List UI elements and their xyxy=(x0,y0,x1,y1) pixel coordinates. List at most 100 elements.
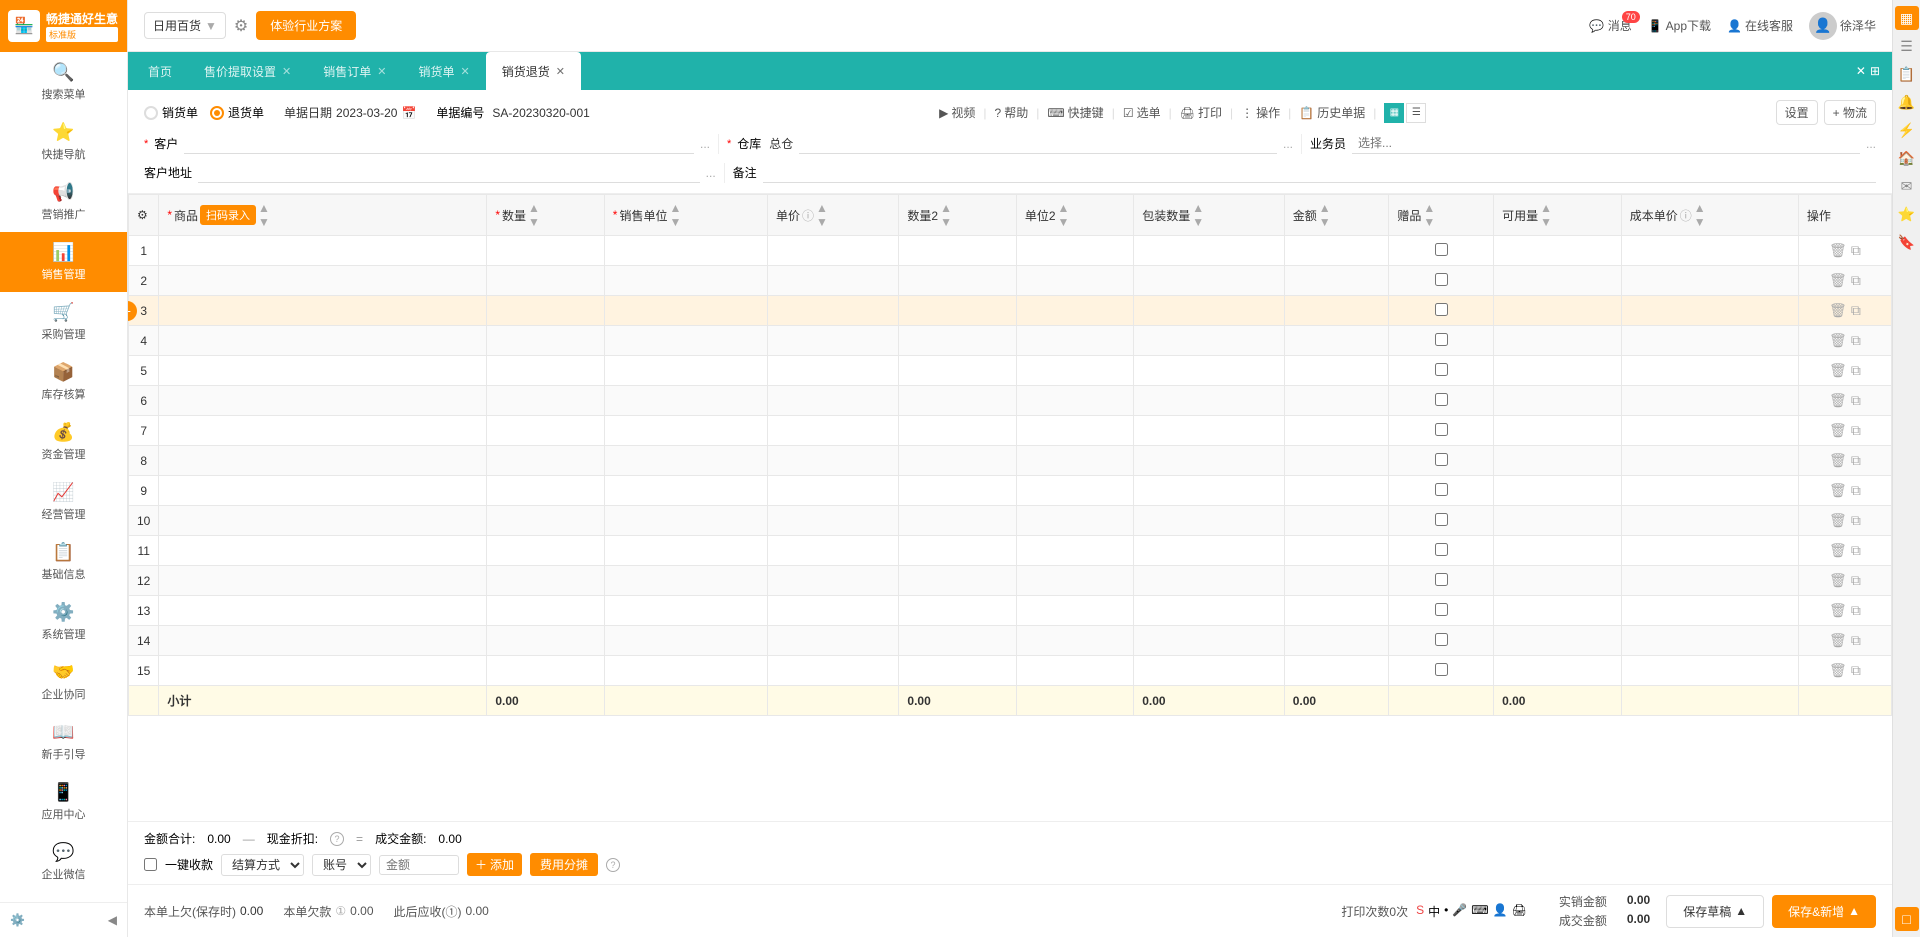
cell-unit-price-3[interactable] xyxy=(767,296,898,326)
cell-unit-price-1[interactable] xyxy=(767,236,898,266)
cell-gift-5[interactable] xyxy=(1389,356,1494,386)
cell-available-12[interactable] xyxy=(1494,566,1622,596)
cell-unit-price-11[interactable] xyxy=(767,536,898,566)
cell-sale-unit-11[interactable] xyxy=(604,536,767,566)
tab-close-sale-order[interactable]: ✕ xyxy=(377,65,386,78)
cell-available-13[interactable] xyxy=(1494,596,1622,626)
cell-unit-price-13[interactable] xyxy=(767,596,898,626)
cell-gift-4[interactable] xyxy=(1389,326,1494,356)
calendar-icon[interactable]: 📅 xyxy=(401,106,416,120)
gift-checkbox-14[interactable] xyxy=(1435,633,1448,646)
cell-unit-price-6[interactable] xyxy=(767,386,898,416)
gift-checkbox-13[interactable] xyxy=(1435,603,1448,616)
cell-cost-price-7[interactable] xyxy=(1621,416,1798,446)
sidebar-item-operation[interactable]: 📈 经营管理 xyxy=(0,472,127,532)
tab-sale-return[interactable]: 销货退货 ✕ xyxy=(486,52,581,90)
cell-unit2-8[interactable] xyxy=(1016,446,1133,476)
notification-area[interactable]: 💬 消息 70 xyxy=(1589,17,1631,34)
cell-amount-8[interactable] xyxy=(1284,446,1389,476)
cell-pack-qty-14[interactable] xyxy=(1134,626,1284,656)
cell-pack-qty-15[interactable] xyxy=(1134,656,1284,686)
gift-checkbox-9[interactable] xyxy=(1435,483,1448,496)
cell-pack-qty-13[interactable] xyxy=(1134,596,1284,626)
cell-product-12[interactable] xyxy=(159,566,487,596)
sidebar-item-marketing[interactable]: 📢 营销推广 xyxy=(0,172,127,232)
cell-gift-11[interactable] xyxy=(1389,536,1494,566)
cell-amount-1[interactable] xyxy=(1284,236,1389,266)
cell-quantity2-15[interactable] xyxy=(899,656,1016,686)
gift-checkbox-6[interactable] xyxy=(1435,393,1448,406)
delete-icon-2[interactable]: 🗑 xyxy=(1829,272,1847,289)
cell-amount-4[interactable] xyxy=(1284,326,1389,356)
method-select[interactable]: 结算方式 xyxy=(221,854,304,876)
tab-sale-out[interactable]: 销货单 ✕ xyxy=(402,52,485,90)
sidebar-item-shortcut[interactable]: ⭐ 快捷导航 xyxy=(0,112,127,172)
cell-amount-11[interactable] xyxy=(1284,536,1389,566)
copy-icon-8[interactable]: ⧉ xyxy=(1851,452,1861,469)
cell-quantity2-7[interactable] xyxy=(899,416,1016,446)
grid-view-icon[interactable]: ▦ xyxy=(1384,103,1404,123)
sidebar-item-apps[interactable]: 📱 应用中心 xyxy=(0,772,127,832)
cell-product-1[interactable] xyxy=(159,236,487,266)
cell-sale-unit-10[interactable] xyxy=(604,506,767,536)
cell-sale-unit-15[interactable] xyxy=(604,656,767,686)
copy-icon-1[interactable]: ⧉ xyxy=(1851,242,1861,259)
cell-unit2-13[interactable] xyxy=(1016,596,1133,626)
cell-unit2-12[interactable] xyxy=(1016,566,1133,596)
sidebar-item-finance[interactable]: 💰 资金管理 xyxy=(0,412,127,472)
radio-return[interactable]: 退货单 xyxy=(210,104,264,121)
cell-unit-price-2[interactable] xyxy=(767,266,898,296)
sidebar-item-member[interactable]: 👑 畅会员 xyxy=(0,892,127,902)
cell-cost-price-14[interactable] xyxy=(1621,626,1798,656)
delete-icon-4[interactable]: 🗑 xyxy=(1829,332,1847,349)
right-panel-table-icon[interactable]: ▦ xyxy=(1895,6,1919,30)
right-panel-bookmark-icon[interactable]: 🔖 xyxy=(1895,230,1919,254)
cell-quantity2-1[interactable] xyxy=(899,236,1016,266)
cell-gift-6[interactable] xyxy=(1389,386,1494,416)
gift-checkbox-1[interactable] xyxy=(1435,243,1448,256)
cell-quantity2-3[interactable] xyxy=(899,296,1016,326)
cell-product-10[interactable] xyxy=(159,506,487,536)
cell-pack-qty-12[interactable] xyxy=(1134,566,1284,596)
gift-checkbox-11[interactable] xyxy=(1435,543,1448,556)
cell-unit2-1[interactable] xyxy=(1016,236,1133,266)
cell-product-7[interactable] xyxy=(159,416,487,446)
cell-cost-price-9[interactable] xyxy=(1621,476,1798,506)
cell-gift-1[interactable] xyxy=(1389,236,1494,266)
right-panel-star-icon[interactable]: ⭐ xyxy=(1895,202,1919,226)
th-settings[interactable]: ⚙ xyxy=(129,195,159,236)
quick-pay-checkbox[interactable] xyxy=(144,858,157,871)
cell-quantity-15[interactable] xyxy=(487,656,604,686)
gift-checkbox-8[interactable] xyxy=(1435,453,1448,466)
cell-quantity2-14[interactable] xyxy=(899,626,1016,656)
tab-home[interactable]: 首页 xyxy=(132,52,188,90)
cell-product-4[interactable] xyxy=(159,326,487,356)
cell-cost-price-2[interactable] xyxy=(1621,266,1798,296)
cell-quantity-2[interactable] xyxy=(487,266,604,296)
cell-cost-price-12[interactable] xyxy=(1621,566,1798,596)
trial-button[interactable]: 体验行业方案 xyxy=(256,11,356,40)
cell-amount-7[interactable] xyxy=(1284,416,1389,446)
gift-checkbox-3[interactable] xyxy=(1435,303,1448,316)
cell-available-11[interactable] xyxy=(1494,536,1622,566)
cell-quantity2-8[interactable] xyxy=(899,446,1016,476)
cell-unit-price-15[interactable] xyxy=(767,656,898,686)
cell-available-5[interactable] xyxy=(1494,356,1622,386)
cell-unit2-3[interactable] xyxy=(1016,296,1133,326)
cell-unit2-5[interactable] xyxy=(1016,356,1133,386)
cell-quantity2-12[interactable] xyxy=(899,566,1016,596)
scan-button[interactable]: 扫码录入 xyxy=(200,205,256,225)
cell-gift-8[interactable] xyxy=(1389,446,1494,476)
customer-input[interactable] xyxy=(184,133,694,154)
cell-amount-10[interactable] xyxy=(1284,506,1389,536)
cell-sale-unit-7[interactable] xyxy=(604,416,767,446)
cell-unit2-14[interactable] xyxy=(1016,626,1133,656)
cell-sale-unit-5[interactable] xyxy=(604,356,767,386)
cell-cost-price-1[interactable] xyxy=(1621,236,1798,266)
toolbar-select[interactable]: ☑ 选单 xyxy=(1123,104,1161,121)
account-select[interactable]: 账号 xyxy=(312,854,371,876)
cell-unit2-7[interactable] xyxy=(1016,416,1133,446)
copy-icon-2[interactable]: ⧉ xyxy=(1851,272,1861,289)
cell-available-10[interactable] xyxy=(1494,506,1622,536)
gift-checkbox-2[interactable] xyxy=(1435,273,1448,286)
